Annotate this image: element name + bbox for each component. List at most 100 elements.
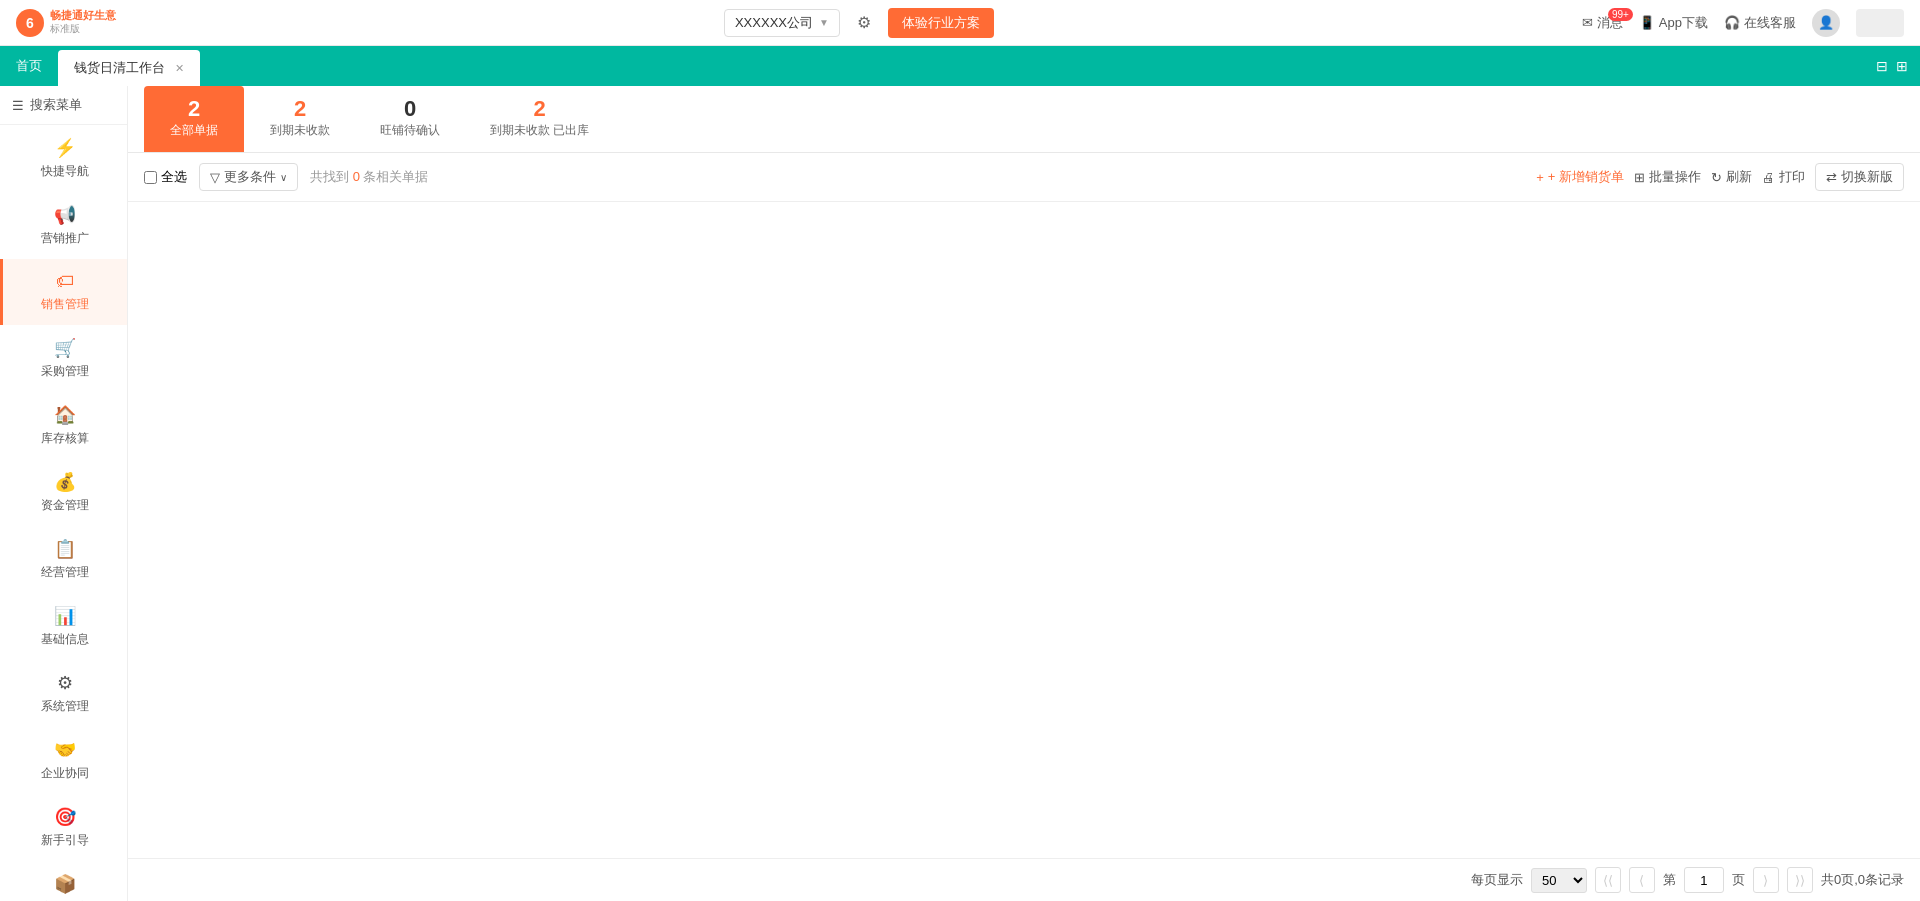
select-all-label: 全选 (161, 168, 187, 186)
guide-label: 新手引导 (41, 832, 89, 849)
tab-minimize-icon[interactable]: ⊟ (1876, 58, 1888, 74)
purchase-label: 采购管理 (41, 363, 89, 380)
stat-overdue-collect-num: 2 (294, 96, 306, 122)
app-download-label: App下载 (1659, 14, 1708, 32)
print-label: 打印 (1779, 168, 1805, 186)
online-service-button[interactable]: 🎧 在线客服 (1724, 14, 1796, 32)
sidebar-item-quick-nav[interactable]: ⚡ 快捷导航 (0, 125, 127, 192)
logo-text-area: 畅捷通好生意 标准版 (50, 9, 116, 36)
sidebar-item-marketing[interactable]: 📢 营销推广 (0, 192, 127, 259)
search-menu-icon: ☰ (12, 98, 24, 113)
tab-maximize-icon[interactable]: ⊞ (1896, 58, 1908, 74)
batch-label: 批量操作 (1649, 168, 1701, 186)
company-selector[interactable]: XXXXXX公司 ▼ (724, 9, 840, 37)
stat-overdue-out-label: 到期未收款 已出库 (490, 122, 589, 139)
per-page-select[interactable]: 50 100 200 (1531, 868, 1587, 893)
avatar[interactable]: 👤 (1812, 9, 1840, 37)
pagination: 每页显示 50 100 200 ⟨⟨ ⟨ 第 页 ⟩ ⟩⟩ 共0页,0条记录 (128, 858, 1920, 901)
print-icon: 🖨 (1762, 170, 1775, 185)
sidebar-item-app-center[interactable]: 📦 应用中心 (0, 861, 127, 901)
tab-workbench-label: 钱货日清工作台 (74, 59, 165, 77)
service-label: 在线客服 (1744, 14, 1796, 32)
sales-icon: 🏷 (56, 271, 74, 292)
filter-dropdown-icon: ∨ (280, 172, 287, 183)
purchase-icon: 🛒 (54, 337, 76, 359)
tab-nav: 首页 钱货日清工作台 ✕ ⊟ ⊞ (0, 46, 1920, 86)
search-menu-item[interactable]: ☰ 搜索菜单 (0, 86, 127, 125)
found-prefix: 共找到 (310, 169, 349, 184)
top-bar-center: XXXXXX公司 ▼ ⚙ 体验行业方案 (724, 8, 994, 38)
enterprise-icon: 🤝 (54, 739, 76, 761)
page-label: 第 (1663, 871, 1676, 889)
stats-tabs: 2 全部单据 2 到期未收款 0 旺铺待确认 2 到期未收款 已出库 (128, 86, 1920, 153)
tab-close-icon[interactable]: ✕ (175, 62, 184, 75)
tab-home-label: 首页 (16, 57, 42, 75)
first-page-button[interactable]: ⟨⟨ (1595, 867, 1621, 893)
system-label: 系统管理 (41, 698, 89, 715)
settings-button[interactable]: ⚙ (850, 9, 878, 37)
sidebar-item-inventory[interactable]: 🏠 库存核算 (0, 392, 127, 459)
sidebar-item-purchase[interactable]: 🛒 采购管理 (0, 325, 127, 392)
top-bar: 6 畅捷通好生意 标准版 XXXXXX公司 ▼ ⚙ 体验行业方案 ✉ 消息 99… (0, 0, 1920, 46)
per-page-label: 每页显示 (1471, 871, 1523, 889)
batch-operation-button[interactable]: ⊞ 批量操作 (1634, 168, 1701, 186)
total-info: 共0页,0条记录 (1821, 871, 1904, 889)
refresh-icon: ↻ (1711, 170, 1722, 185)
app-download-button[interactable]: 📱 App下载 (1639, 14, 1708, 32)
filter-icon: ▽ (210, 170, 220, 185)
stat-tab-pending-confirm[interactable]: 0 旺铺待确认 (356, 86, 464, 152)
add-icon: + (1536, 170, 1544, 185)
select-all-checkbox[interactable]: 全选 (144, 168, 187, 186)
stat-overdue-out-num: 2 (534, 96, 546, 122)
user-name-area[interactable] (1856, 9, 1904, 37)
refresh-button[interactable]: ↻ 刷新 (1711, 168, 1752, 186)
table-area (128, 202, 1920, 858)
messages-button[interactable]: ✉ 消息 99+ (1582, 14, 1623, 32)
add-label: + 新增销货单 (1548, 168, 1624, 186)
last-page-button[interactable]: ⟩⟩ (1787, 867, 1813, 893)
operation-icon: 📋 (54, 538, 76, 560)
found-text: 共找到 0 条相关单据 (310, 168, 428, 186)
sidebar-item-enterprise[interactable]: 🤝 企业协同 (0, 727, 127, 794)
system-icon: ⚙ (57, 672, 73, 694)
tab-workbench[interactable]: 钱货日清工作台 ✕ (58, 50, 200, 86)
content-area: 2 全部单据 2 到期未收款 0 旺铺待确认 2 到期未收款 已出库 全选 (128, 86, 1920, 901)
next-page-button[interactable]: ⟩ (1753, 867, 1779, 893)
marketing-icon: 📢 (54, 204, 76, 226)
tab-home[interactable]: 首页 (0, 46, 58, 86)
stat-tab-all[interactable]: 2 全部单据 (144, 86, 244, 152)
sidebar-item-system[interactable]: ⚙ 系统管理 (0, 660, 127, 727)
top-bar-left: 6 畅捷通好生意 标准版 (16, 9, 136, 37)
switch-label: 切换新版 (1841, 168, 1893, 186)
stat-tab-overdue-out[interactable]: 2 到期未收款 已出库 (466, 86, 613, 152)
sidebar-item-base-info[interactable]: 📊 基础信息 (0, 593, 127, 660)
stat-tab-overdue-collect[interactable]: 2 到期未收款 (246, 86, 354, 152)
quick-nav-icon: ⚡ (54, 137, 76, 159)
page-label-2: 页 (1732, 871, 1745, 889)
sidebar-item-operation[interactable]: 📋 经营管理 (0, 526, 127, 593)
message-icon: ✉ (1582, 15, 1593, 30)
add-sales-order-button[interactable]: + + 新增销货单 (1536, 168, 1624, 186)
trial-button[interactable]: 体验行业方案 (888, 8, 994, 38)
prev-page-button[interactable]: ⟨ (1629, 867, 1655, 893)
base-info-icon: 📊 (54, 605, 76, 627)
avatar-icon: 👤 (1818, 15, 1834, 30)
filter-button[interactable]: ▽ 更多条件 ∨ (199, 163, 298, 191)
batch-icon: ⊞ (1634, 170, 1645, 185)
messages-badge: 99+ (1608, 8, 1633, 21)
found-num: 0 (353, 169, 360, 184)
app-center-icon: 📦 (54, 873, 76, 895)
print-button[interactable]: 🖨 打印 (1762, 168, 1805, 186)
refresh-label: 刷新 (1726, 168, 1752, 186)
sidebar-item-sales[interactable]: 🏷 销售管理 (0, 259, 127, 325)
select-all-input[interactable] (144, 171, 157, 184)
page-number-input[interactable] (1684, 867, 1724, 893)
stat-all-label: 全部单据 (170, 122, 218, 139)
sidebar-item-capital[interactable]: 💰 资金管理 (0, 459, 127, 526)
switch-version-button[interactable]: ⇄ 切换新版 (1815, 163, 1904, 191)
marketing-label: 营销推广 (41, 230, 89, 247)
sidebar-item-guide[interactable]: 🎯 新手引导 (0, 794, 127, 861)
company-name: XXXXXX公司 (735, 14, 813, 32)
capital-label: 资金管理 (41, 497, 89, 514)
top-bar-right: ✉ 消息 99+ 📱 App下载 🎧 在线客服 👤 (1582, 9, 1904, 37)
